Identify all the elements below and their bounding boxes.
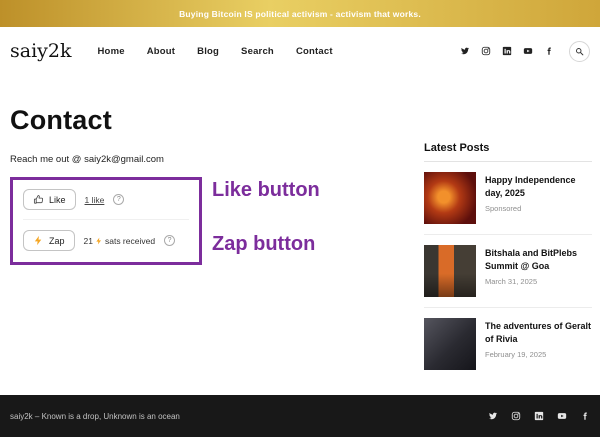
post-thumbnail[interactable] (424, 318, 476, 370)
sats-bolt-icon (95, 237, 103, 245)
list-item: Happy Independence day, 2025 Sponsored (424, 162, 592, 235)
linkedin-icon (534, 411, 544, 421)
post-meta: February 19, 2025 (485, 350, 547, 360)
facebook-link[interactable] (544, 46, 554, 56)
promo-banner-text: Buying Bitcoin IS political activism - a… (179, 8, 421, 19)
page-title: Contact (10, 105, 112, 135)
post-title-link[interactable]: Happy Independence day, 2025 (485, 174, 592, 199)
zap-button-annotation: Zap button (212, 233, 316, 255)
zap-stats: 21 sats received (84, 236, 156, 246)
site-logo[interactable]: saiy2k (10, 40, 72, 62)
linkedin-link[interactable] (534, 411, 544, 421)
facebook-icon (544, 46, 554, 56)
post-meta: Sponsored (485, 204, 522, 214)
like-help-icon[interactable]: ? (113, 194, 125, 205)
nav-item-blog[interactable]: Blog (197, 46, 219, 57)
youtube-icon (523, 46, 533, 56)
list-item: Bitshala and BitPlebs Summit @ Goa March… (424, 235, 592, 308)
post-thumbnail[interactable] (424, 245, 476, 297)
site-header: saiy2k Home About Blog Search Contact (0, 27, 600, 75)
linkedin-link[interactable] (502, 46, 512, 56)
instagram-icon (481, 46, 491, 56)
zap-row: Zap 21 sats received ? (23, 219, 189, 251)
instagram-link[interactable] (481, 46, 491, 56)
post-thumbnail[interactable] (424, 172, 476, 224)
post-text: The adventures of Geralt of Rivia Februa… (485, 318, 592, 370)
zap-count: 21 (83, 235, 93, 246)
like-button-label: Like (49, 194, 66, 205)
post-title-link[interactable]: The adventures of Geralt of Rivia (485, 320, 592, 345)
thumbs-up-icon (33, 194, 44, 205)
youtube-link[interactable] (557, 411, 567, 421)
facebook-icon (580, 411, 590, 421)
like-count-link[interactable]: 1 like (85, 195, 105, 205)
like-button[interactable]: Like (23, 189, 76, 210)
site-footer: saiy2k – Known is a drop, Unknown is an … (0, 395, 600, 437)
search-button[interactable] (569, 40, 590, 62)
main-nav: Home About Blog Search Contact (98, 46, 333, 57)
lightning-bolt-icon (33, 235, 44, 246)
post-text: Bitshala and BitPlebs Summit @ Goa March… (485, 245, 592, 297)
twitter-link[interactable] (488, 411, 498, 421)
annotation-highlight-box: Like 1 like ? Zap 21 sats received ? (10, 177, 202, 265)
youtube-icon (557, 411, 567, 421)
instagram-icon (511, 411, 521, 421)
search-icon (575, 47, 584, 56)
promo-banner: Buying Bitcoin IS political activism - a… (0, 0, 600, 27)
facebook-link[interactable] (580, 411, 590, 421)
twitter-link[interactable] (460, 46, 470, 56)
post-meta: March 31, 2025 (485, 277, 538, 287)
list-item: The adventures of Geralt of Rivia Februa… (424, 308, 592, 380)
zap-suffix: sats received (104, 235, 156, 246)
twitter-icon (488, 411, 498, 421)
linkedin-icon (502, 46, 512, 56)
instagram-link[interactable] (511, 411, 521, 421)
post-text: Happy Independence day, 2025 Sponsored (485, 172, 592, 224)
footer-tagline: saiy2k – Known is a drop, Unknown is an … (10, 411, 180, 421)
latest-posts-sidebar: Latest Posts Happy Independence day, 202… (424, 142, 592, 380)
zap-help-icon[interactable]: ? (164, 235, 176, 246)
twitter-icon (460, 46, 470, 56)
nav-item-about[interactable]: About (147, 46, 175, 57)
like-row: Like 1 like ? (23, 189, 189, 210)
header-social-bar (460, 40, 590, 62)
zap-button-label: Zap (49, 235, 65, 246)
nav-item-search[interactable]: Search (241, 46, 274, 57)
like-button-annotation: Like button (212, 179, 320, 201)
zap-button[interactable]: Zap (23, 230, 75, 251)
youtube-link[interactable] (523, 46, 533, 56)
footer-social-bar (488, 411, 590, 421)
post-title-link[interactable]: Bitshala and BitPlebs Summit @ Goa (485, 247, 592, 272)
sidebar-title: Latest Posts (424, 142, 592, 162)
nav-item-home[interactable]: Home (98, 46, 125, 57)
nav-item-contact[interactable]: Contact (296, 46, 333, 57)
